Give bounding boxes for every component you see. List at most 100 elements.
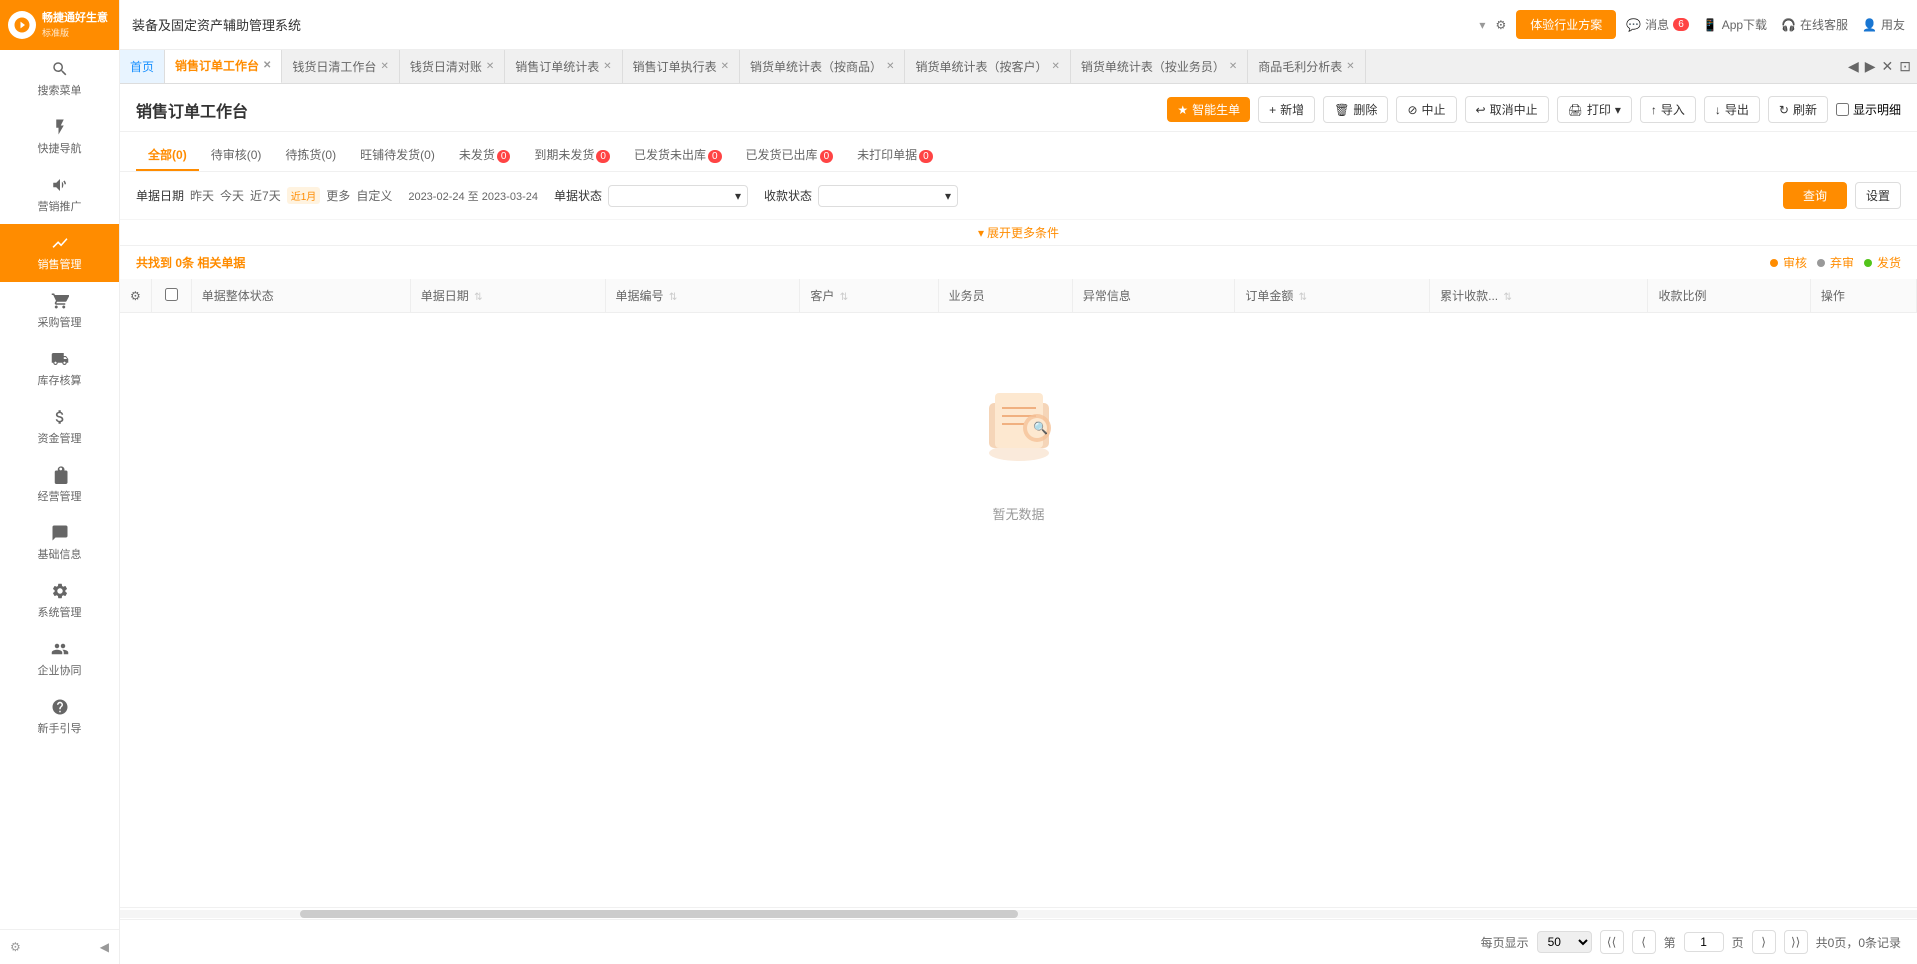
page-first-btn[interactable]: ⟨⟨ <box>1600 930 1624 954</box>
filter-date-more[interactable]: 更多 <box>326 187 350 204</box>
show-detail-checkbox[interactable] <box>1836 103 1849 116</box>
tab-cash-daily[interactable]: 钱货日清工作台 ✕ <box>282 50 399 84</box>
collapse-icon[interactable]: ◀ <box>100 940 109 954</box>
tabbar-expand-icon[interactable]: ⊡ <box>1899 58 1911 75</box>
user-action[interactable]: 👤 用友 <box>1862 16 1905 33</box>
tab-sales-order-close[interactable]: ✕ <box>263 60 271 71</box>
col-date[interactable]: 单据日期 ⇅ <box>410 279 605 313</box>
sidebar-item-quick-nav[interactable]: 快捷导航 <box>0 108 119 166</box>
delete-button[interactable]: 🗑 删除 <box>1323 96 1388 123</box>
message-action[interactable]: 💬 消息 6 <box>1626 16 1689 33</box>
subtab-all[interactable]: 全部(0) <box>136 140 199 171</box>
cancel-stop-button[interactable]: ↩ 取消中止 <box>1465 96 1549 123</box>
filter-date-1month[interactable]: 近1月 <box>287 187 321 204</box>
filter-date-today[interactable]: 今天 <box>220 187 244 204</box>
tab-home[interactable]: 首页 <box>120 50 165 84</box>
settings-icon[interactable]: ⚙ <box>10 940 21 954</box>
filter-date-yesterday[interactable]: 昨天 <box>190 187 214 204</box>
tabbar-close-all-icon[interactable]: ✕ <box>1882 58 1894 75</box>
import-button[interactable]: ↑ 导入 <box>1640 96 1696 123</box>
sidebar-item-guide[interactable]: 新手引导 <box>0 688 119 746</box>
tab-sales-exec[interactable]: 销售订单执行表 ✕ <box>623 50 740 84</box>
filter-status-select[interactable]: ▾ <box>608 185 748 207</box>
subtab-not-printed[interactable]: 未打印单据0 <box>845 140 945 171</box>
refresh-button[interactable]: ↻ 刷新 <box>1768 96 1828 123</box>
col-checkbox[interactable] <box>151 279 191 313</box>
tab-sales-by-product-close[interactable]: ✕ <box>886 61 894 72</box>
horizontal-scrollbar[interactable] <box>120 907 1917 919</box>
page-next-btn[interactable]: ⟩ <box>1752 930 1776 954</box>
filter-date-custom[interactable]: 自定义 <box>356 187 392 204</box>
col-customer[interactable]: 客户 ⇅ <box>800 279 938 313</box>
tab-sales-by-customer[interactable]: 销货单统计表（按客户） ✕ <box>905 50 1070 84</box>
sort-received-icon[interactable]: ⇅ <box>1503 292 1511 303</box>
show-detail-checkbox-wrapper[interactable]: 显示明细 <box>1836 101 1901 118</box>
col-abnormal[interactable]: 异常信息 <box>1072 279 1234 313</box>
page-last-btn[interactable]: ⟩⟩ <box>1784 930 1808 954</box>
solution-button[interactable]: 体验行业方案 <box>1516 10 1616 39</box>
sidebar-item-system[interactable]: 系统管理 <box>0 572 119 630</box>
tab-sales-stat[interactable]: 销售订单统计表 ✕ <box>505 50 622 84</box>
tab-cash-reconcile[interactable]: 钱货日清对账 ✕ <box>400 50 505 84</box>
scrollbar-thumb[interactable] <box>300 910 1019 918</box>
tab-sales-by-customer-close[interactable]: ✕ <box>1051 61 1059 72</box>
col-staff[interactable]: 业务员 <box>938 279 1072 313</box>
tab-margin-analysis[interactable]: 商品毛利分析表 ✕ <box>1248 50 1365 84</box>
tab-margin-analysis-close[interactable]: ✕ <box>1346 61 1354 72</box>
new-button[interactable]: + 新增 <box>1258 96 1315 123</box>
sort-customer-icon[interactable]: ⇅ <box>840 292 848 303</box>
subtab-pending-pick[interactable]: 待拣货(0) <box>273 140 348 171</box>
tab-sales-stat-close[interactable]: ✕ <box>603 61 611 72</box>
tab-sales-by-staff-close[interactable]: ✕ <box>1229 61 1237 72</box>
export-button[interactable]: ↓ 导出 <box>1704 96 1760 123</box>
subtab-shipped-not-out[interactable]: 已发货未出库0 <box>622 140 734 171</box>
sidebar-item-inventory[interactable]: 库存核算 <box>0 340 119 398</box>
sort-number-icon[interactable]: ⇅ <box>669 292 677 303</box>
subtab-not-shipped[interactable]: 未发货0 <box>447 140 523 171</box>
print-button[interactable]: 🖨 打印 ▾ <box>1557 96 1632 123</box>
col-received[interactable]: 累计收款... ⇅ <box>1430 279 1648 313</box>
query-button[interactable]: 查询 <box>1783 182 1847 209</box>
sidebar-item-operations[interactable]: 经营管理 <box>0 456 119 514</box>
subtab-wangpu-pending[interactable]: 旺铺待发货(0) <box>348 140 447 171</box>
col-settings[interactable]: ⚙ <box>120 279 151 313</box>
ship-action[interactable]: 发货 <box>1864 254 1901 271</box>
tab-sales-exec-close[interactable]: ✕ <box>721 61 729 72</box>
online-service-action[interactable]: 🎧 在线客服 <box>1781 16 1848 33</box>
sidebar-item-basic-info[interactable]: 基础信息 <box>0 514 119 572</box>
sort-date-icon[interactable]: ⇅ <box>474 292 482 303</box>
filter-settings-button[interactable]: 设置 <box>1855 182 1901 209</box>
col-number[interactable]: 单据编号 ⇅ <box>605 279 800 313</box>
cancel-action[interactable]: 弃审 <box>1817 254 1854 271</box>
review-action[interactable]: 审核 <box>1770 254 1807 271</box>
sidebar-item-marketing[interactable]: 营销推广 <box>0 166 119 224</box>
filter-payment-select[interactable]: ▾ <box>818 185 958 207</box>
tab-sales-by-product[interactable]: 销货单统计表（按商品） ✕ <box>740 50 905 84</box>
tabbar-next-icon[interactable]: ▶ <box>1865 58 1876 75</box>
tab-cash-daily-close[interactable]: ✕ <box>380 61 388 72</box>
tab-sales-order[interactable]: 销售订单工作台 ✕ <box>165 50 282 84</box>
tab-sales-by-staff[interactable]: 销货单统计表（按业务员） ✕ <box>1071 50 1248 84</box>
filter-date-7days[interactable]: 近7天 <box>250 187 281 204</box>
tab-cash-reconcile-close[interactable]: ✕ <box>486 61 494 72</box>
subtab-pending-review[interactable]: 待审核(0) <box>199 140 274 171</box>
sidebar-item-search[interactable]: 搜索菜单 <box>0 50 119 108</box>
expand-filter-button[interactable]: ▾ 展开更多条件 <box>978 224 1059 241</box>
page-number-input[interactable] <box>1684 932 1724 952</box>
sidebar-item-sales[interactable]: 销售管理 <box>0 224 119 282</box>
sidebar-item-purchase[interactable]: 采购管理 <box>0 282 119 340</box>
tabbar-prev-icon[interactable]: ◀ <box>1848 58 1859 75</box>
col-amount[interactable]: 订单金额 ⇅ <box>1235 279 1430 313</box>
sort-amount-icon[interactable]: ⇅ <box>1299 292 1307 303</box>
smart-create-button[interactable]: ★ 智能生单 <box>1167 97 1250 122</box>
page-prev-btn[interactable]: ⟨ <box>1632 930 1656 954</box>
sidebar-item-finance[interactable]: 资金管理 <box>0 398 119 456</box>
per-page-select[interactable]: 50 100 200 <box>1537 931 1592 953</box>
select-all-checkbox[interactable] <box>165 288 178 301</box>
stop-button[interactable]: ⊘ 中止 <box>1396 96 1456 123</box>
subtab-shipped-out[interactable]: 已发货已出库0 <box>734 140 846 171</box>
app-download-action[interactable]: 📱 App下载 <box>1703 16 1767 33</box>
sidebar-item-cooperation[interactable]: 企业协同 <box>0 630 119 688</box>
subtab-overdue[interactable]: 到期未发货0 <box>522 140 622 171</box>
topbar-settings-icon[interactable]: ⚙ <box>1495 18 1506 32</box>
